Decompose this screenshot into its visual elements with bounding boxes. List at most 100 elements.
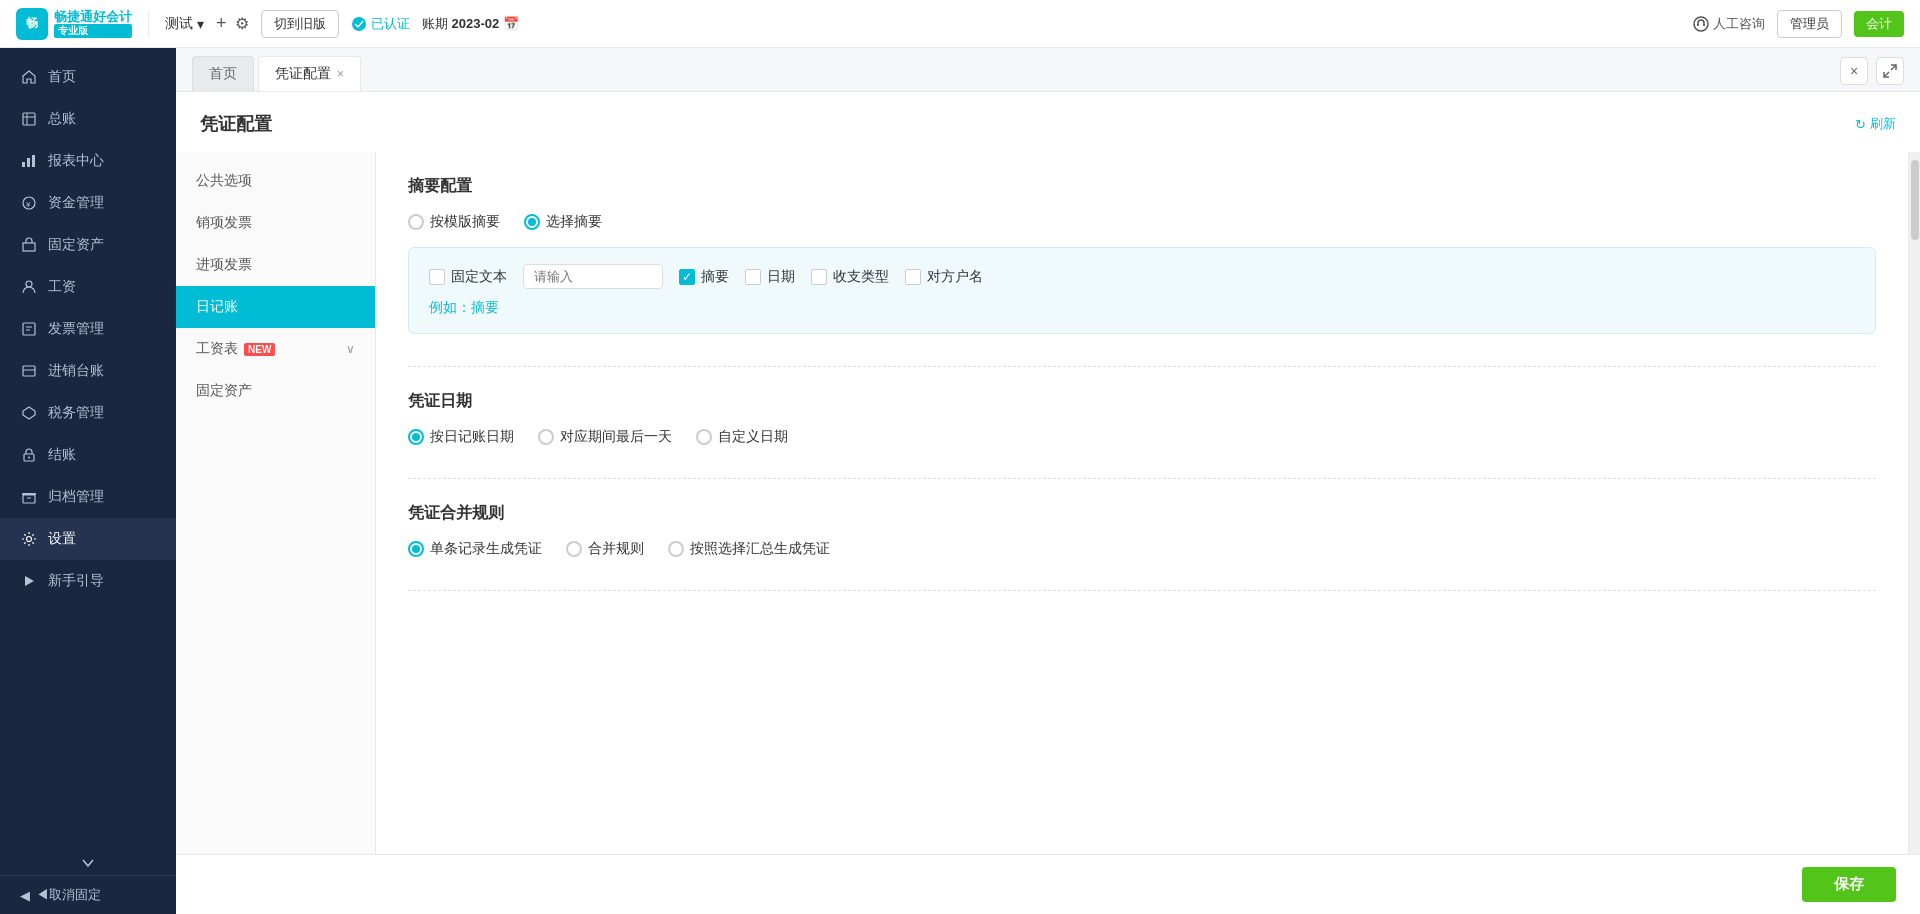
fixed-text-checkbox (429, 269, 445, 285)
save-btn[interactable]: 保存 (1802, 867, 1896, 902)
section-divider-2 (408, 478, 1876, 479)
config-nav-public[interactable]: 公共选项 (176, 160, 375, 202)
company-icon: 畅 (16, 8, 48, 40)
capital-icon: ¥ (20, 194, 38, 212)
content-area: 首页 凭证配置 × × 凭证配置 ↻ 刷新 (176, 48, 1920, 914)
main-layout: 首页 总账 报表中心 ¥ 资金管理 (0, 48, 1920, 914)
checkbox-summary[interactable]: ✓ 摘要 (679, 268, 729, 286)
sidebar-item-home[interactable]: 首页 (0, 56, 176, 98)
fixed-text-input[interactable] (523, 264, 663, 289)
radio-journal-date[interactable]: 按日记账日期 (408, 428, 514, 446)
tab-voucher-config-label: 凭证配置 (275, 65, 331, 83)
svg-rect-7 (22, 162, 25, 167)
calendar-icon[interactable]: 📅 (503, 16, 519, 31)
sidebar-item-archive[interactable]: 归档管理 (0, 476, 176, 518)
svg-point-20 (28, 457, 30, 459)
section-divider-3 (408, 590, 1876, 591)
svg-rect-17 (23, 366, 35, 376)
fixed-text-label: 固定文本 (451, 268, 507, 286)
expand-arrow-icon: ∨ (346, 342, 355, 356)
checkbox-counterpart[interactable]: 对方户名 (905, 268, 983, 286)
radio-custom-date-label: 自定义日期 (718, 428, 788, 446)
svg-marker-25 (25, 576, 34, 586)
radio-custom-date[interactable]: 自定义日期 (696, 428, 788, 446)
sidebar-item-settings[interactable]: 设置 (0, 518, 176, 560)
sidebar-item-label: 总账 (48, 110, 76, 128)
sidebar-item-label: 新手引导 (48, 572, 104, 590)
svg-point-24 (27, 537, 32, 542)
sidebar-item-payroll[interactable]: 工资 (0, 266, 176, 308)
sidebar-item-tax[interactable]: 税务管理 (0, 392, 176, 434)
close-tab-btn[interactable]: × (1840, 57, 1868, 85)
sidebar-item-closing[interactable]: 结账 (0, 434, 176, 476)
sidebar-scroll-down[interactable] (0, 851, 176, 875)
radio-single-record-label: 单条记录生成凭证 (430, 540, 542, 558)
consult-btn[interactable]: 人工咨询 (1693, 15, 1765, 33)
config-layout: 公共选项 销项发票 进项发票 日记账 工资表 NEW (176, 152, 1920, 854)
radio-single-record-circle (408, 541, 424, 557)
cancel-fixed-label: ◀取消固定 (36, 886, 101, 904)
sidebar-item-label: 资金管理 (48, 194, 104, 212)
config-main-wrapper: 摘要配置 按模版摘要 选择摘要 (376, 152, 1920, 854)
radio-template[interactable]: 按模版摘要 (408, 213, 500, 231)
cancel-fixed-btn[interactable]: ◀ ◀取消固定 (0, 875, 176, 914)
config-sidenav: 公共选项 销项发票 进项发票 日记账 工资表 NEW (176, 152, 376, 854)
config-nav-journal[interactable]: 日记账 (176, 286, 375, 328)
radio-merge-rules-label: 合并规则 (588, 540, 644, 558)
sidebar: 首页 总账 报表中心 ¥ 资金管理 (0, 48, 176, 914)
switch-old-btn[interactable]: 切到旧版 (261, 10, 339, 38)
sidebar-item-assets[interactable]: 固定资产 (0, 224, 176, 266)
radio-select[interactable]: 选择摘要 (524, 213, 602, 231)
config-nav-sales-invoice[interactable]: 销项发票 (176, 202, 375, 244)
add-icon[interactable]: + (216, 13, 227, 34)
page-title: 凭证配置 (200, 112, 272, 136)
settings-icon[interactable]: ⚙ (235, 14, 249, 33)
left-arrow-icon: ◀ (20, 888, 30, 903)
config-nav-purchase-invoice[interactable]: 进项发票 (176, 244, 375, 286)
workspace-selector[interactable]: 测试 ▾ (165, 15, 204, 33)
voucher-merge-section: 凭证合并规则 单条记录生成凭证 合并规则 (408, 503, 1876, 558)
svg-rect-8 (27, 158, 30, 167)
svg-text:¥: ¥ (25, 200, 31, 209)
sidebar-item-reports[interactable]: 报表中心 (0, 140, 176, 182)
voucher-merge-radio-group: 单条记录生成凭证 合并规则 按照选择汇总生成凭证 (408, 540, 1876, 558)
sidebar-item-ledger[interactable]: 总账 (0, 98, 176, 140)
config-nav-fixed-assets[interactable]: 固定资产 (176, 370, 375, 412)
checkbox-income-type[interactable]: 收支类型 (811, 268, 889, 286)
config-main: 摘要配置 按模版摘要 选择摘要 (376, 152, 1908, 854)
sidebar-item-capital[interactable]: ¥ 资金管理 (0, 182, 176, 224)
sidebar-item-guide[interactable]: 新手引导 (0, 560, 176, 602)
settings-icon (20, 530, 38, 548)
tab-close-icon[interactable]: × (337, 68, 344, 80)
page-header: 凭证配置 ↻ 刷新 (176, 92, 1920, 152)
refresh-btn[interactable]: ↻ 刷新 (1855, 115, 1896, 133)
summary-label: 摘要 (701, 268, 729, 286)
assets-icon (20, 236, 38, 254)
tab-home[interactable]: 首页 (192, 56, 254, 91)
scrollbar-track[interactable] (1908, 152, 1920, 854)
closing-icon (20, 446, 38, 464)
config-nav-payroll-table[interactable]: 工资表 NEW ∨ (176, 328, 375, 370)
checkbox-fixed-text[interactable]: 固定文本 (429, 268, 507, 286)
tab-voucher-config[interactable]: 凭证配置 × (258, 56, 361, 91)
period-display: 账期 2023-02 📅 (422, 15, 520, 33)
guide-icon (20, 572, 38, 590)
topbar-divider (148, 12, 149, 36)
counterpart-checkbox (905, 269, 921, 285)
radio-period-last-day[interactable]: 对应期间最后一天 (538, 428, 672, 446)
tax-icon (20, 404, 38, 422)
radio-merge-rules[interactable]: 合并规则 (566, 540, 644, 558)
admin-btn[interactable]: 管理员 (1777, 10, 1842, 38)
sidebar-item-invoice[interactable]: 发票管理 (0, 308, 176, 350)
radio-single-record[interactable]: 单条记录生成凭证 (408, 540, 542, 558)
sidebar-item-sales[interactable]: 进销台账 (0, 350, 176, 392)
svg-point-0 (352, 17, 366, 31)
radio-aggregate-selected[interactable]: 按照选择汇总生成凭证 (668, 540, 830, 558)
options-box: 固定文本 ✓ 摘要 日期 (408, 247, 1876, 334)
accountant-btn[interactable]: 会计 (1854, 11, 1904, 37)
checkbox-date[interactable]: 日期 (745, 268, 795, 286)
tab-bar-actions: × (1840, 57, 1904, 91)
svg-rect-12 (23, 243, 35, 251)
new-badge: NEW (244, 343, 275, 356)
expand-btn[interactable] (1876, 57, 1904, 85)
